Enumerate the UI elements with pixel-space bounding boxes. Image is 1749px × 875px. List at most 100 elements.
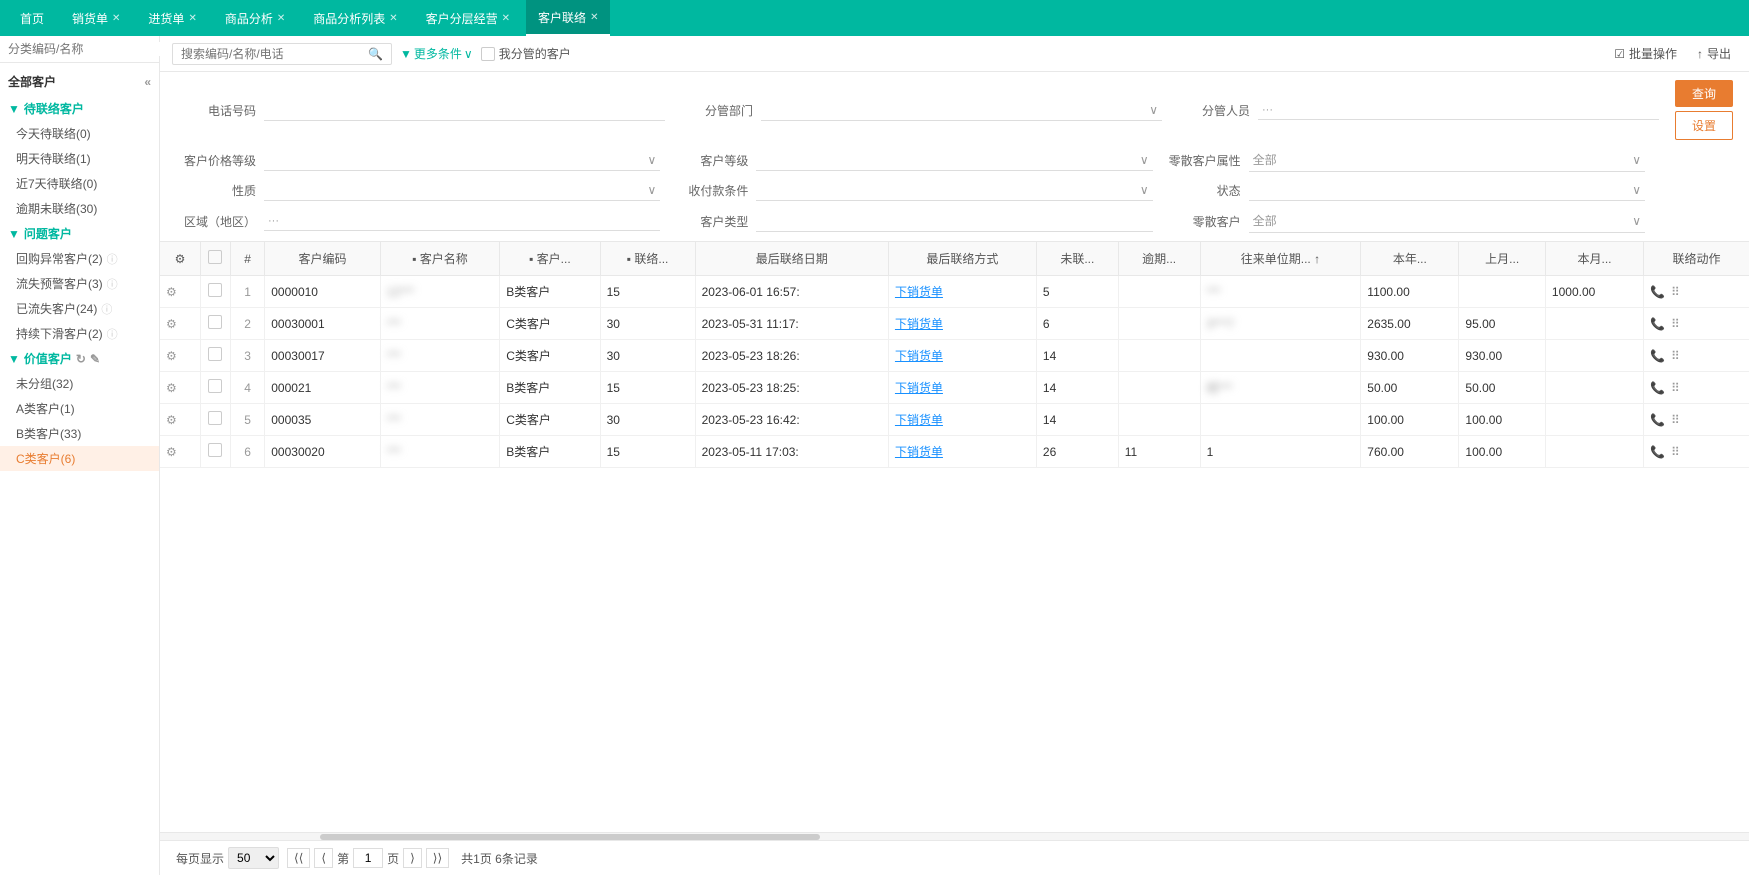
more-icon[interactable]: ··· <box>268 215 279 227</box>
col-gear[interactable]: ⚙ <box>160 242 200 276</box>
col-unlinked[interactable]: 未联... <box>1036 242 1118 276</box>
row-checkbox[interactable] <box>200 404 230 436</box>
phone-icon[interactable]: 📞 <box>1650 445 1665 459</box>
row-last-method[interactable]: 下销货单 <box>888 404 1036 436</box>
query-button[interactable]: 查询 <box>1675 80 1733 107</box>
nav-purchase[interactable]: 进货单 ✕ <box>136 0 208 36</box>
sidebar-item-churned[interactable]: 已流失客户(24) ⓘ <box>0 296 159 321</box>
sidebar-section-problem[interactable]: ▼ 问题客户 <box>0 221 159 246</box>
more-conditions-btn[interactable]: ▼ 更多条件 ∨ <box>400 45 473 62</box>
row-checkbox[interactable] <box>200 340 230 372</box>
col-type[interactable]: ▪ 客户... <box>500 242 600 276</box>
nav-customer-contact[interactable]: 客户联络 ✕ <box>526 0 610 36</box>
col-last-date[interactable]: 最后联络日期 <box>695 242 888 276</box>
sidebar-item-churn-warning[interactable]: 流失预警客户(3) ⓘ <box>0 271 159 296</box>
close-icon[interactable]: ✕ <box>188 13 196 24</box>
more-icon[interactable]: ⠿ <box>1671 349 1680 363</box>
nav-analysis-list[interactable]: 商品分析列表 ✕ <box>301 0 409 36</box>
page-last-btn[interactable]: ⟩⟩ <box>426 848 449 868</box>
phone-icon[interactable]: 📞 <box>1650 413 1665 427</box>
filter-select-retail[interactable]: 全部 ∨ <box>1249 209 1645 233</box>
refresh-icon[interactable]: ↻ <box>76 352 86 366</box>
col-cur-month[interactable]: 本月... <box>1545 242 1643 276</box>
col-overdue[interactable]: 逾期... <box>1118 242 1200 276</box>
sidebar-item-7days-contact[interactable]: 近7天待联络(0) <box>0 171 159 196</box>
sidebar-item-today-contact[interactable]: 今天待联络(0) <box>0 121 159 146</box>
filter-input-cust-type[interactable] <box>756 211 1152 232</box>
col-last-month[interactable]: 上月... <box>1459 242 1546 276</box>
sidebar-section-pending[interactable]: ▼ 待联络客户 <box>0 96 159 121</box>
checkbox-icon[interactable] <box>481 47 495 61</box>
col-code[interactable]: 客户编码 <box>265 242 381 276</box>
sidebar-search-input[interactable] <box>8 42 163 56</box>
col-name[interactable]: ▪ 客户名称 <box>380 242 499 276</box>
page-next-btn[interactable]: ⟩ <box>403 848 422 868</box>
sidebar-item-declining[interactable]: 持续下滑客户(2) ⓘ <box>0 321 159 346</box>
row-checkbox[interactable] <box>200 436 230 468</box>
row-last-method[interactable]: 下销货单 <box>888 276 1036 308</box>
batch-ops-btn[interactable]: ☑ 批量操作 <box>1608 42 1683 65</box>
row-gear[interactable]: ⚙ <box>160 276 200 308</box>
filter-select-level[interactable]: ∨ <box>756 150 1152 171</box>
phone-icon[interactable]: 📞 <box>1650 317 1665 331</box>
filter-select-payment[interactable]: ∨ <box>756 180 1152 201</box>
filter-select-price-level[interactable]: ∨ <box>264 150 660 171</box>
col-year[interactable]: 本年... <box>1361 242 1459 276</box>
row-checkbox[interactable] <box>200 372 230 404</box>
my-customers-checkbox[interactable]: 我分管的客户 <box>481 45 571 62</box>
col-checkbox-all[interactable] <box>200 242 230 276</box>
sidebar-item-unclassified[interactable]: 未分组(32) <box>0 371 159 396</box>
close-icon[interactable]: ✕ <box>112 13 120 24</box>
row-gear[interactable]: ⚙ <box>160 308 200 340</box>
close-icon[interactable]: ✕ <box>502 13 510 24</box>
search-icon[interactable]: 🔍 <box>368 47 383 61</box>
filter-select-nature[interactable]: ∨ <box>264 180 660 201</box>
sidebar-item-a-class[interactable]: A类客户(1) <box>0 396 159 421</box>
sidebar-item-b-class[interactable]: B类客户(33) <box>0 421 159 446</box>
filter-select-manager[interactable]: ··· <box>1258 101 1659 120</box>
phone-icon[interactable]: 📞 <box>1650 349 1665 363</box>
filter-select-status[interactable]: ∨ <box>1249 180 1645 201</box>
export-btn[interactable]: ↑ 导出 <box>1691 42 1737 65</box>
page-num-input[interactable] <box>353 848 383 868</box>
close-icon[interactable]: ✕ <box>277 13 285 24</box>
row-last-method[interactable]: 下销货单 <box>888 372 1036 404</box>
page-prev-btn[interactable]: ⟨ <box>314 848 333 868</box>
row-last-method[interactable]: 下销货单 <box>888 308 1036 340</box>
close-icon[interactable]: ✕ <box>389 13 397 24</box>
row-checkbox[interactable] <box>200 276 230 308</box>
row-gear[interactable]: ⚙ <box>160 340 200 372</box>
more-icon[interactable]: ⠿ <box>1671 413 1680 427</box>
sidebar-item-repurchase-abnormal[interactable]: 回购异常客户(2) ⓘ <box>0 246 159 271</box>
page-first-btn[interactable]: ⟨⟨ <box>287 848 310 868</box>
col-contact[interactable]: ▪ 联络... <box>600 242 695 276</box>
sidebar-item-overdue-contact[interactable]: 逾期未联络(30) <box>0 196 159 221</box>
filter-input-phone[interactable] <box>264 100 665 121</box>
row-last-method[interactable]: 下销货单 <box>888 340 1036 372</box>
phone-icon[interactable]: 📞 <box>1650 285 1665 299</box>
close-icon[interactable]: ✕ <box>590 12 598 23</box>
row-gear[interactable]: ⚙ <box>160 436 200 468</box>
phone-icon[interactable]: 📞 <box>1650 381 1665 395</box>
col-last-method[interactable]: 最后联络方式 <box>888 242 1036 276</box>
more-icon[interactable]: ⠿ <box>1671 445 1680 459</box>
sidebar-section-value[interactable]: ▼ 价值客户 ↻ ✎ <box>0 346 159 371</box>
filter-select-dept[interactable]: ∨ <box>761 100 1162 121</box>
more-icon[interactable]: ··· <box>1262 104 1273 116</box>
row-last-method[interactable]: 下销货单 <box>888 436 1036 468</box>
nav-home[interactable]: 首页 <box>8 0 56 36</box>
horizontal-scrollbar[interactable] <box>160 832 1749 840</box>
filter-search-box[interactable]: 🔍 <box>172 43 392 65</box>
nav-sales[interactable]: 销货单 ✕ <box>60 0 132 36</box>
sidebar-item-c-class[interactable]: C类客户(6) <box>0 446 159 471</box>
page-size-select[interactable]: 50 100 <box>228 847 279 869</box>
nav-customer-segment[interactable]: 客户分层经营 ✕ <box>414 0 522 36</box>
filter-select-region[interactable]: ··· <box>264 212 660 231</box>
more-icon[interactable]: ⠿ <box>1671 317 1680 331</box>
row-gear[interactable]: ⚙ <box>160 404 200 436</box>
col-associated[interactable]: 往来单位期... ↑ <box>1200 242 1361 276</box>
filter-select-retail-attr[interactable]: 全部 ∨ <box>1249 148 1645 172</box>
sidebar-item-tomorrow-contact[interactable]: 明天待联络(1) <box>0 146 159 171</box>
more-icon[interactable]: ⠿ <box>1671 285 1680 299</box>
nav-analysis[interactable]: 商品分析 ✕ <box>213 0 297 36</box>
